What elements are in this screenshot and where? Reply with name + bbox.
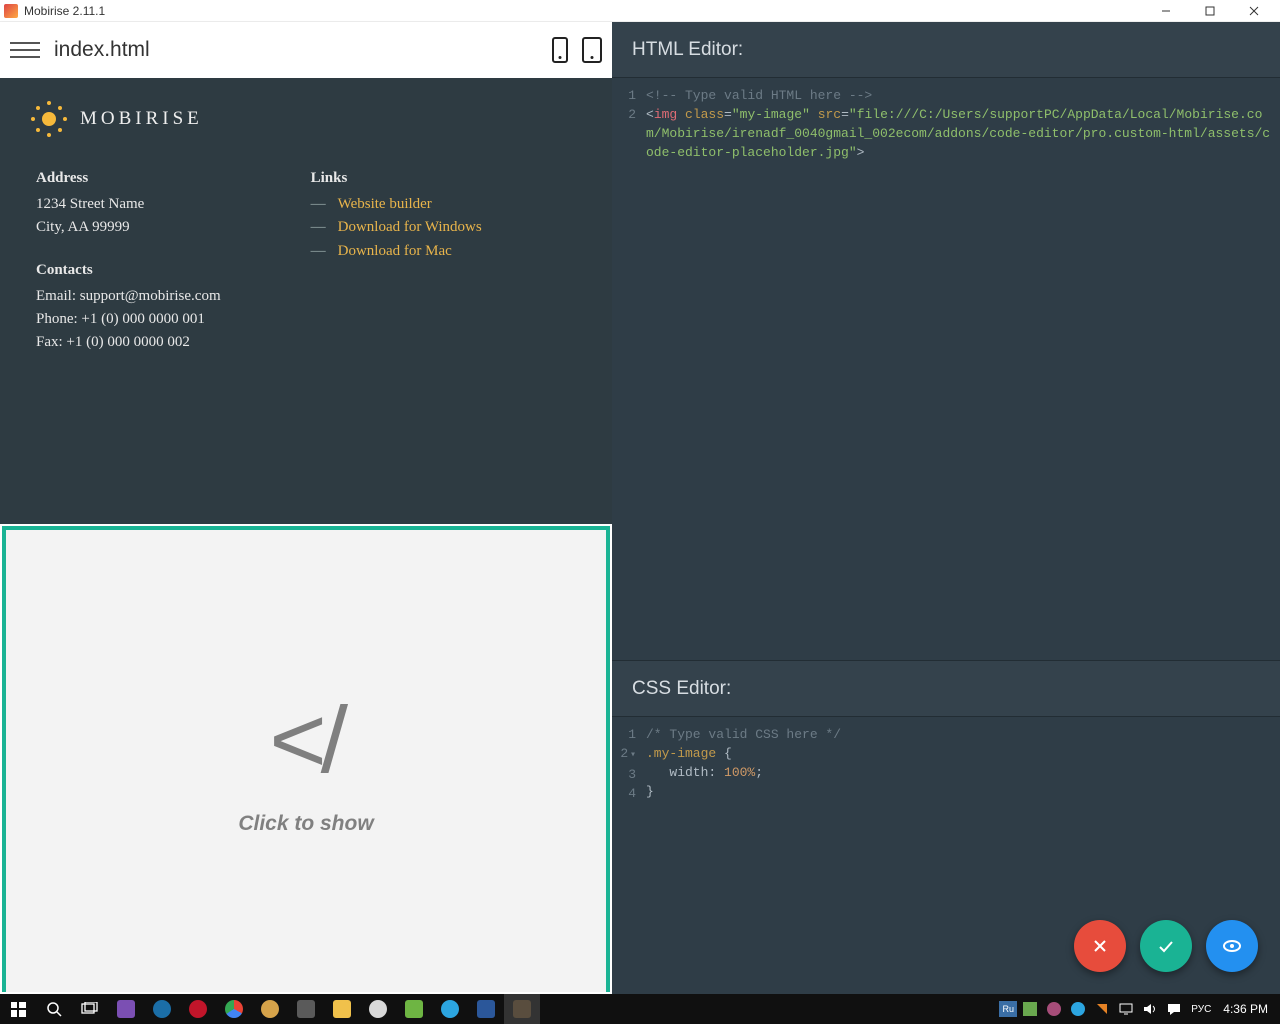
code-icon: </	[270, 686, 342, 794]
contacts-heading: Contacts	[36, 262, 221, 279]
css-gutter: 12 ▾34	[612, 725, 646, 994]
tray-network-icon[interactable]	[1115, 1002, 1137, 1016]
tray-icon-4[interactable]	[1091, 1004, 1113, 1014]
system-tray: Ru РУС 4:36 PM	[999, 994, 1280, 1024]
links-column: Links Website builder Download for Windo…	[311, 170, 482, 354]
window-controls	[1144, 0, 1276, 22]
tray-volume-icon[interactable]	[1139, 1002, 1161, 1016]
page-name: index.html	[54, 38, 150, 62]
taskbar-app-1[interactable]	[108, 994, 144, 1024]
address-column: Address 1234 Street Name City, AA 99999 …	[36, 170, 221, 354]
taskbar-app-7[interactable]	[360, 994, 396, 1024]
html-editor-section: HTML Editor: 12 <!-- Type valid HTML her…	[612, 22, 1280, 660]
page-preview: MOBIRISE Address 1234 Street Name City, …	[0, 78, 612, 994]
links-heading: Links	[311, 170, 482, 187]
custom-html-block[interactable]: </ Click to show	[2, 526, 610, 992]
sun-icon	[32, 102, 66, 136]
taskbar-app-2[interactable]	[144, 994, 180, 1024]
editor-pane: HTML Editor: 12 <!-- Type valid HTML her…	[612, 22, 1280, 994]
tray-icon-3[interactable]	[1067, 1002, 1089, 1016]
html-editor-title: HTML Editor:	[612, 22, 1280, 78]
link-download-mac[interactable]: Download for Mac	[338, 243, 452, 259]
taskbar-app-chrome[interactable]	[216, 994, 252, 1024]
cancel-button[interactable]	[1074, 920, 1126, 972]
address-line-2: City, AA 99999	[36, 216, 221, 239]
device-phone-icon[interactable]	[552, 37, 568, 63]
contact-fax: Fax: +1 (0) 000 0000 002	[36, 331, 221, 354]
editor-action-buttons	[1074, 920, 1258, 972]
start-button[interactable]	[0, 994, 36, 1024]
window-titlebar: Mobirise 2.11.1	[0, 0, 1280, 22]
list-item: Website builder	[311, 193, 482, 216]
close-button[interactable]	[1232, 0, 1276, 22]
taskbar-app-telegram[interactable]	[432, 994, 468, 1024]
tray-icon-1[interactable]	[1019, 1002, 1041, 1016]
brand-row: MOBIRISE	[32, 102, 576, 136]
click-to-show-hint: Click to show	[238, 812, 373, 836]
work-area: index.html	[0, 22, 1280, 994]
search-icon[interactable]	[36, 994, 72, 1024]
contact-email: Email: support@mobirise.com	[36, 285, 221, 308]
taskbar-app-opera[interactable]	[180, 994, 216, 1024]
app-icon	[4, 4, 18, 18]
tray-action-center-icon[interactable]	[1163, 1002, 1185, 1016]
list-item: Download for Windows	[311, 216, 482, 239]
task-view-icon[interactable]	[72, 994, 108, 1024]
taskbar-app-paint[interactable]	[252, 994, 288, 1024]
language-indicator[interactable]: РУС	[1187, 1004, 1215, 1015]
link-website-builder[interactable]: Website builder	[338, 196, 432, 212]
device-tablet-icon[interactable]	[582, 37, 602, 63]
tray-icon-2[interactable]	[1043, 1002, 1065, 1016]
list-item: Download for Mac	[311, 240, 482, 263]
preview-button[interactable]	[1206, 920, 1258, 972]
link-download-windows[interactable]: Download for Windows	[338, 219, 482, 235]
taskbar-app-5[interactable]	[288, 994, 324, 1024]
html-code-lines[interactable]: <!-- Type valid HTML here --> <img class…	[646, 86, 1280, 660]
preview-pane: index.html	[0, 22, 612, 994]
taskbar-clock[interactable]: 4:36 PM	[1217, 1002, 1274, 1016]
taskbar-app-8[interactable]	[396, 994, 432, 1024]
taskbar-app-explorer[interactable]	[324, 994, 360, 1024]
html-code-area[interactable]: 12 <!-- Type valid HTML here --> <img cl…	[612, 78, 1280, 660]
taskbar-app-word[interactable]	[468, 994, 504, 1024]
footer-block[interactable]: MOBIRISE Address 1234 Street Name City, …	[0, 78, 612, 524]
maximize-button[interactable]	[1188, 0, 1232, 22]
brand-name: MOBIRISE	[80, 108, 203, 130]
taskbar-app-mobirise[interactable]	[504, 994, 540, 1024]
window-title: Mobirise 2.11.1	[24, 4, 105, 18]
html-gutter: 12	[612, 86, 646, 660]
device-switcher	[552, 37, 602, 63]
address-heading: Address	[36, 170, 221, 187]
menu-icon[interactable]	[10, 35, 40, 65]
address-line-1: 1234 Street Name	[36, 193, 221, 216]
windows-taskbar: Ru РУС 4:36 PM	[0, 994, 1280, 1024]
taskbar-apps	[108, 994, 540, 1024]
css-editor-title: CSS Editor:	[612, 661, 1280, 717]
taskbar-left	[0, 994, 108, 1024]
tray-ru-switcher[interactable]: Ru	[999, 1001, 1017, 1017]
minimize-button[interactable]	[1144, 0, 1188, 22]
app-toolbar: index.html	[0, 22, 612, 78]
save-button[interactable]	[1140, 920, 1192, 972]
contact-phone: Phone: +1 (0) 000 0000 001	[36, 308, 221, 331]
